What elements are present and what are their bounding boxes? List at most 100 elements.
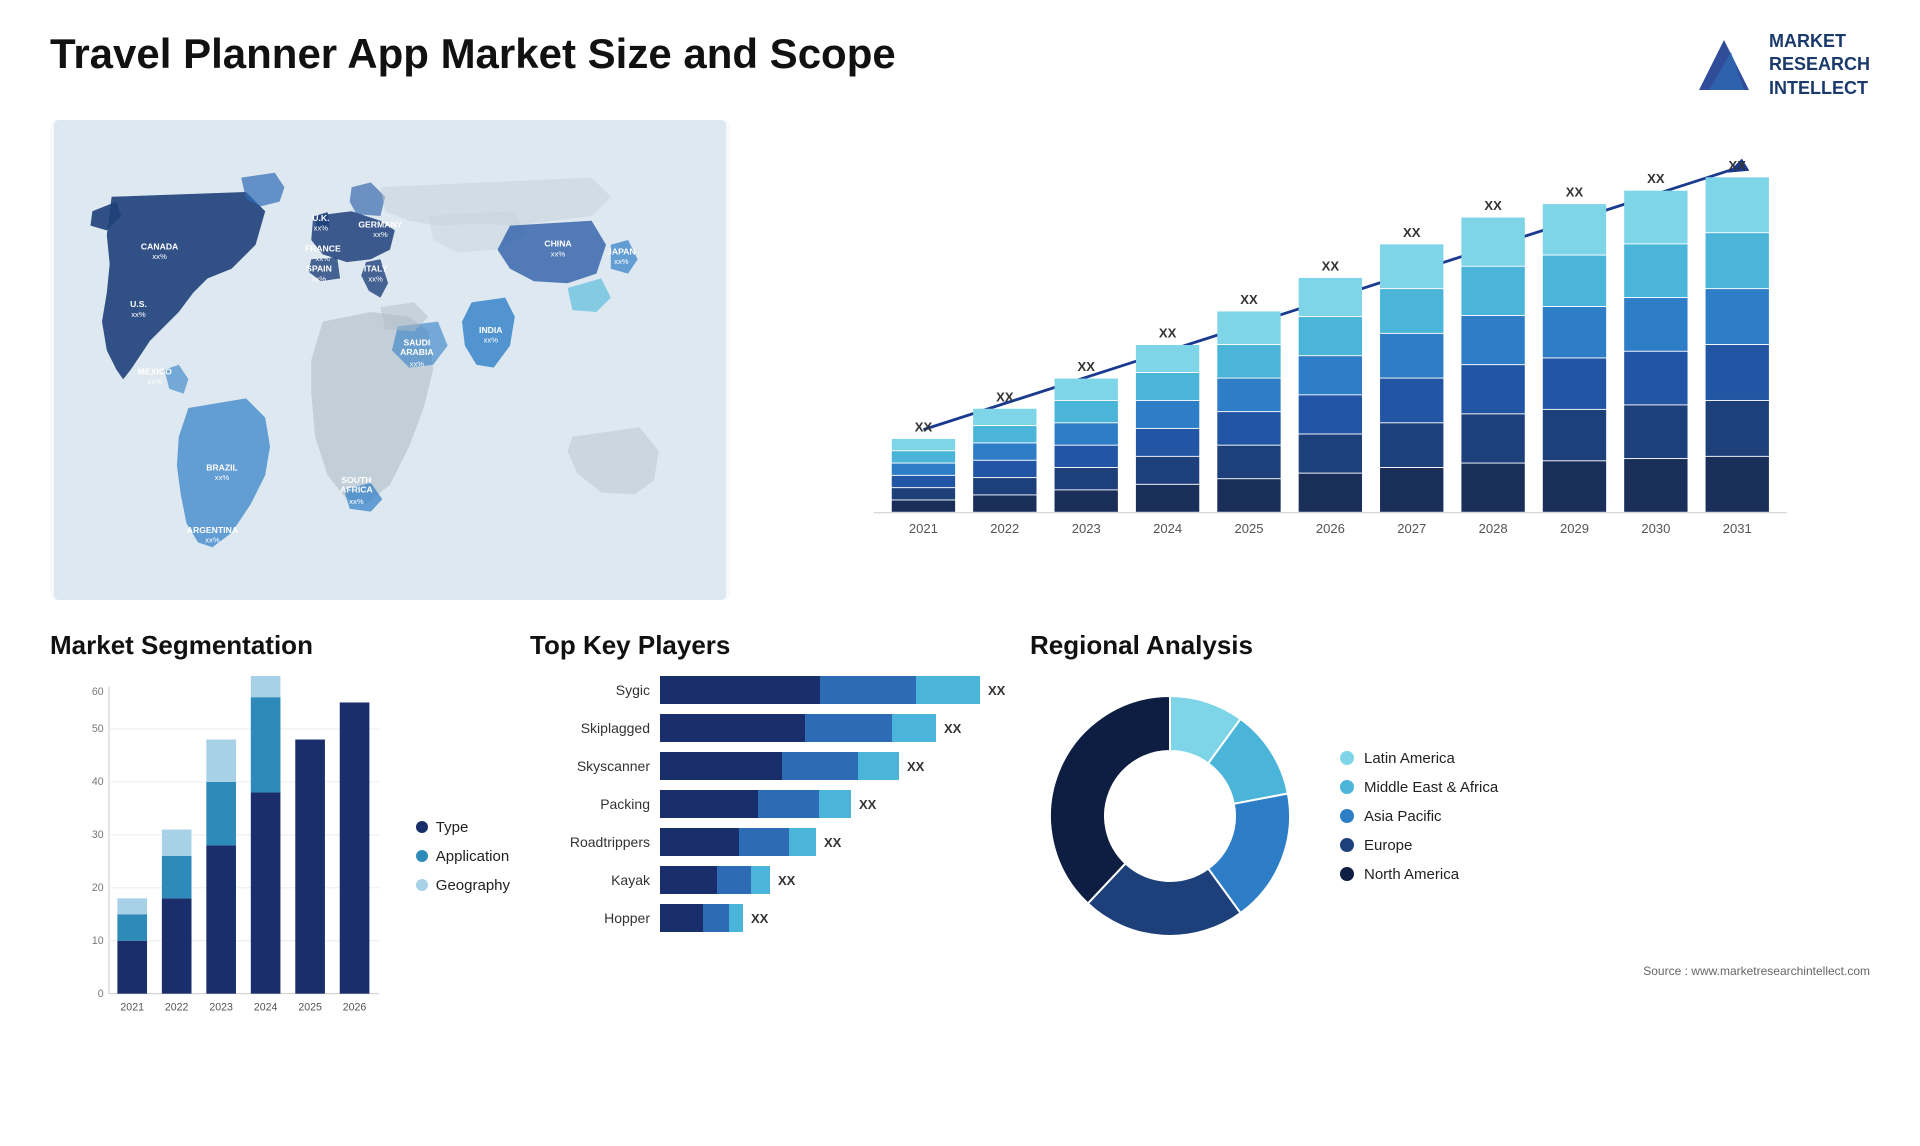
svg-text:AFRICA: AFRICA [340,485,373,495]
regional-legend-item: Europe [1340,837,1498,854]
player-value: XX [751,911,768,926]
svg-text:ARGENTINA: ARGENTINA [187,525,238,535]
regional-legend-label: North America [1364,866,1459,883]
player-bar [660,904,743,932]
svg-text:XX: XX [1484,198,1502,213]
svg-text:XX: XX [915,420,933,435]
geography-label: Geography [436,877,510,894]
regional-title: Regional Analysis [1030,630,1870,661]
svg-text:XX: XX [996,389,1014,404]
player-bar-container: XX [660,676,1010,704]
seg-legend: Type Application Geography [416,819,510,894]
svg-text:2024: 2024 [1153,521,1182,536]
top-row: CANADA xx% U.S. xx% MEXICO xx% BRAZIL xx… [50,120,1870,600]
svg-text:FRANCE: FRANCE [305,244,341,254]
svg-text:xx%: xx% [349,497,364,506]
player-row: SkiplaggedXX [530,714,1010,742]
svg-text:2022: 2022 [990,521,1019,536]
regional-section: Regional Analysis Latin AmericaMiddle Ea… [1030,630,1870,1060]
donut-segment [1050,696,1170,903]
svg-text:xx%: xx% [215,473,230,482]
player-row: Packing XX [530,790,1010,818]
donut-chart [1030,676,1310,956]
svg-text:CANADA: CANADA [141,242,178,252]
legend-application: Application [416,848,510,865]
player-name: Hopper [530,910,650,926]
svg-text:xx%: xx% [131,310,146,319]
svg-text:SOUTH: SOUTH [341,475,371,485]
player-name: Sygic [530,682,650,698]
svg-text:ARABIA: ARABIA [400,347,434,357]
player-bar-segment [660,676,820,704]
player-bar-segment [758,790,819,818]
svg-text:0: 0 [98,988,104,1000]
player-bar-segment [819,790,851,818]
player-bar-segment [751,866,770,894]
svg-text:XX: XX [1566,185,1584,200]
svg-text:xx%: xx% [373,230,388,239]
svg-text:XX: XX [1322,259,1340,274]
regional-legend-item: Latin America [1340,750,1498,767]
player-bar-segment [703,904,729,932]
player-row: Sygic XX [530,676,1010,704]
player-bar-segment [820,676,916,704]
svg-text:40: 40 [92,776,104,788]
player-value: XX [907,759,924,774]
player-bar-segment [660,714,805,742]
geography-dot [416,879,428,891]
svg-text:xx%: xx% [410,360,425,369]
svg-text:xx%: xx% [314,224,329,233]
svg-text:2023: 2023 [1072,521,1101,536]
svg-text:20: 20 [92,882,104,894]
svg-text:2023: 2023 [209,1002,233,1014]
regional-legend-dot [1340,867,1354,881]
player-bar-segment [892,714,936,742]
svg-text:BRAZIL: BRAZIL [206,463,238,473]
segmentation-content: 0 10 20 30 40 50 60 [50,676,510,1036]
player-name: Kayak [530,872,650,888]
bar-chart-svg: XX2021XX2022XX2023XX2024XX2025XX2026XX20… [820,140,1850,550]
player-bar-segment [782,752,858,780]
svg-text:2031: 2031 [1723,521,1752,536]
bar-chart-section: XX2021XX2022XX2023XX2024XX2025XX2026XX20… [760,120,1870,600]
svg-text:INDIA: INDIA [479,325,502,335]
svg-text:XX: XX [1403,225,1421,240]
svg-text:xx%: xx% [551,249,566,258]
svg-text:XX: XX [1240,292,1258,307]
player-value: XX [824,835,841,850]
player-bar-container: XX [660,752,1010,780]
player-bar-container: XX [660,790,1010,818]
svg-text:SAUDI: SAUDI [403,338,430,348]
logo-text: MARKETRESEARCHINTELLECT [1769,30,1870,100]
svg-text:xx%: xx% [614,257,629,266]
svg-text:JAPAN: JAPAN [607,247,636,257]
svg-text:xx%: xx% [205,536,220,545]
player-row: SkyscannerXX [530,752,1010,780]
player-bar [660,714,936,742]
svg-text:2021: 2021 [909,521,938,536]
svg-text:50: 50 [92,723,104,735]
player-bar [660,676,980,704]
player-bar-segment [660,866,717,894]
player-name: Packing [530,796,650,812]
svg-text:60: 60 [92,686,104,698]
svg-text:10: 10 [92,935,104,947]
player-bar-container: XX [660,866,1010,894]
player-bar-segment [660,828,739,856]
regional-legend-item: North America [1340,866,1498,883]
player-name: Roadtrippers [530,834,650,850]
svg-text:2027: 2027 [1397,521,1426,536]
svg-text:2026: 2026 [1316,521,1345,536]
svg-text:2024: 2024 [254,1002,278,1014]
svg-text:2029: 2029 [1560,521,1589,536]
world-map-section: CANADA xx% U.S. xx% MEXICO xx% BRAZIL xx… [50,120,730,600]
svg-text:ITALY: ITALY [364,264,388,274]
player-bar-segment [729,904,743,932]
svg-text:GERMANY: GERMANY [358,220,402,230]
player-bar-segment [660,752,782,780]
regional-legend-dot [1340,838,1354,852]
svg-text:MEXICO: MEXICO [138,367,172,377]
svg-text:2025: 2025 [298,1002,322,1014]
player-bar-segment [739,828,789,856]
logo: MARKETRESEARCHINTELLECT [1689,30,1870,100]
